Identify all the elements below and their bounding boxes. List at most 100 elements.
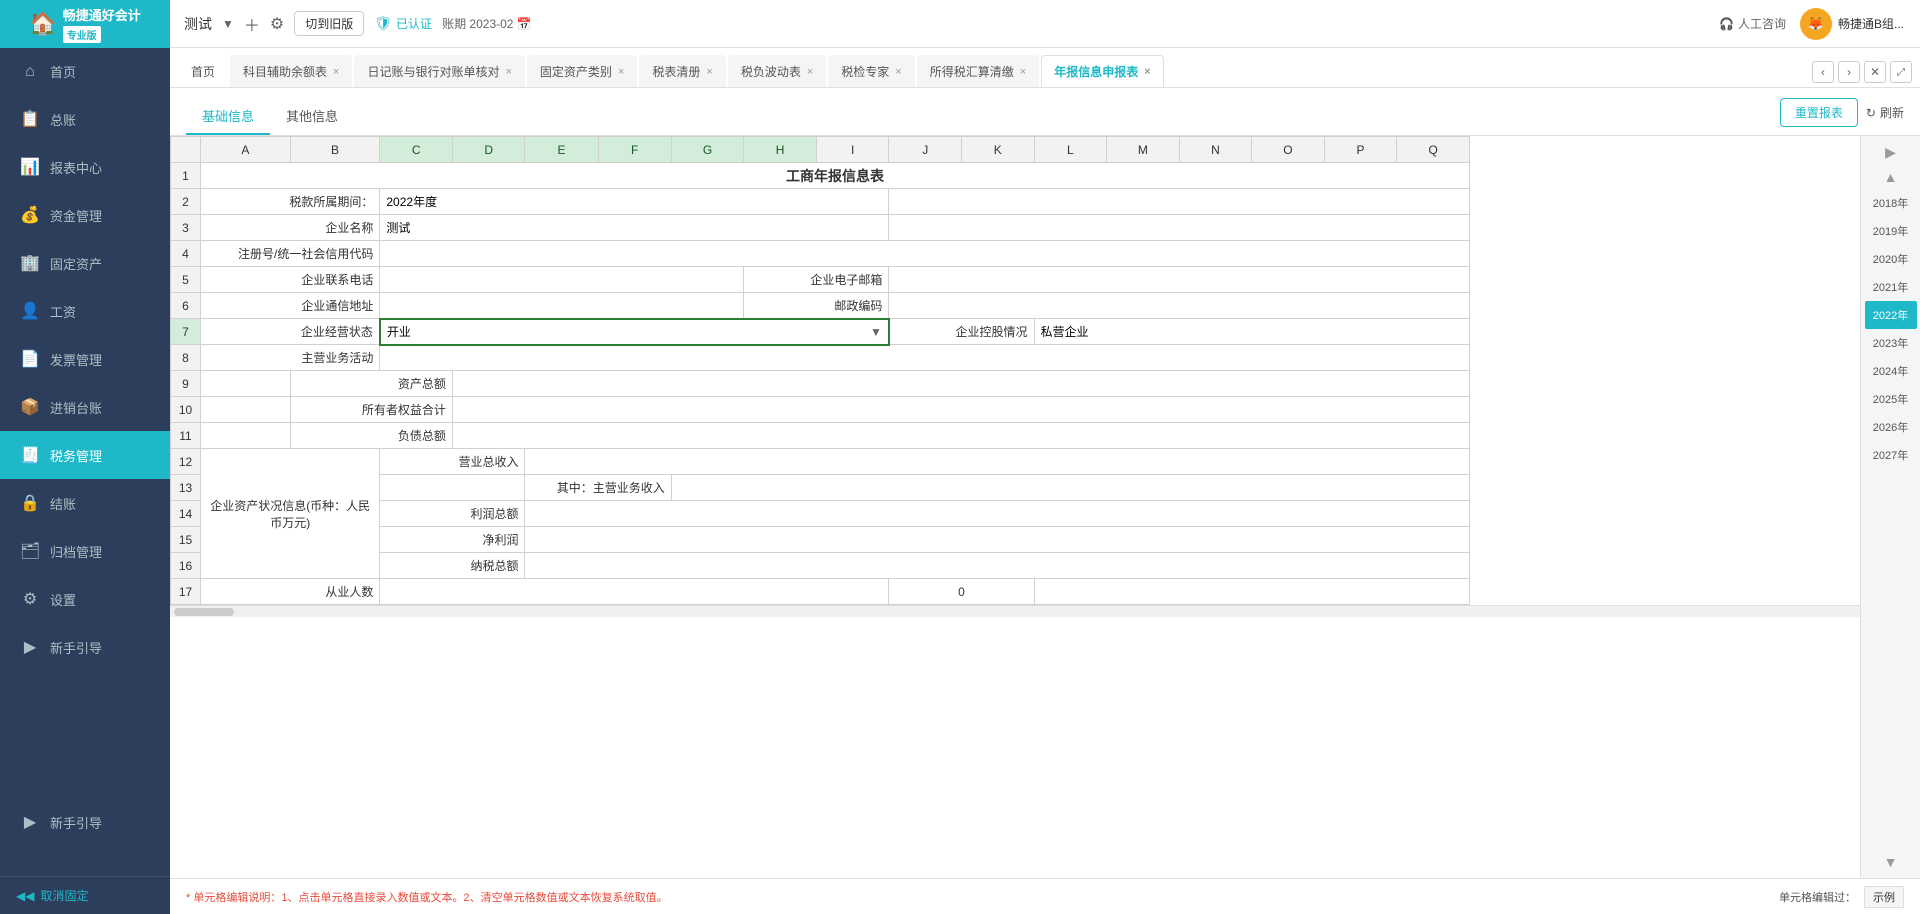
tab-expand-button[interactable]: ⤢	[1890, 61, 1912, 83]
spreadsheet-cell[interactable]	[889, 267, 1470, 293]
sidebar-item-close[interactable]: 🔒结账	[0, 479, 170, 527]
col-header-L[interactable]: L	[1034, 137, 1107, 163]
tab-close-subject[interactable]: ×	[333, 66, 339, 78]
row-num-1: 1	[171, 163, 201, 189]
spreadsheet-cell[interactable]	[889, 293, 1470, 319]
switch-old-button[interactable]: 切到旧版	[294, 11, 364, 36]
sidebar-item-home[interactable]: ⌂首页	[0, 48, 170, 95]
tab-tax-check[interactable]: 税检专家×	[828, 55, 914, 87]
col-header-B[interactable]: B	[290, 137, 380, 163]
col-header-Q[interactable]: Q	[1397, 137, 1470, 163]
spreadsheet-cell[interactable]	[380, 267, 744, 293]
tab-close-income-tax[interactable]: ×	[1020, 66, 1026, 78]
year-item-2018年[interactable]: 2018年	[1865, 189, 1917, 217]
spreadsheet-cell[interactable]	[380, 241, 1470, 267]
sidebar-item-tax[interactable]: 🧾税务管理	[0, 431, 170, 479]
tab-close-tax-wave[interactable]: ×	[807, 66, 813, 78]
dropdown-arrow-icon[interactable]: ▼	[870, 325, 882, 339]
support-button[interactable]: 🎧 人工咨询	[1719, 15, 1786, 32]
year-item-2027年[interactable]: 2027年	[1865, 441, 1917, 469]
tab-tax-wave[interactable]: 税负波动表×	[728, 55, 826, 87]
spreadsheet-cell[interactable]	[671, 475, 1469, 501]
col-header-K[interactable]: K	[961, 137, 1034, 163]
year-scroll-down[interactable]: ▼	[1880, 850, 1902, 874]
spreadsheet-cell[interactable]	[525, 553, 1470, 579]
spreadsheet-cell[interactable]: 0	[889, 579, 1034, 605]
col-header-H[interactable]: H	[744, 137, 817, 163]
year-item-2020年[interactable]: 2020年	[1865, 245, 1917, 273]
sidebar-item-purchase[interactable]: 📦进销台账	[0, 383, 170, 431]
spreadsheet-cell[interactable]	[380, 293, 744, 319]
sub-tab-基础信息[interactable]: 基础信息	[186, 98, 270, 135]
year-panel-collapse[interactable]: ▶	[1881, 140, 1900, 165]
spreadsheet-cell[interactable]	[525, 527, 1470, 553]
tab-close-tax-list[interactable]: ×	[706, 66, 712, 78]
col-header-A[interactable]: A	[201, 137, 291, 163]
workspace-dropdown-icon[interactable]: ▼	[222, 17, 234, 31]
col-header-C[interactable]: C	[380, 137, 453, 163]
col-header-M[interactable]: M	[1107, 137, 1180, 163]
tab-home[interactable]: 首页	[178, 55, 228, 87]
tab-income-tax[interactable]: 所得税汇算清缴×	[917, 55, 1039, 87]
spreadsheet-cell[interactable]	[525, 501, 1470, 527]
sidebar-item-assets[interactable]: 🏢固定资产	[0, 239, 170, 287]
year-item-2025年[interactable]: 2025年	[1865, 385, 1917, 413]
spreadsheet-cell[interactable]	[525, 449, 1470, 475]
unpin-button[interactable]: ◀◀ 取消固定	[0, 876, 170, 914]
sub-tab-其他信息[interactable]: 其他信息	[270, 98, 354, 135]
user-avatar-area[interactable]: 🦊 畅捷通B组...	[1800, 8, 1904, 40]
year-item-2022年[interactable]: 2022年	[1865, 301, 1917, 329]
spreadsheet-cell[interactable]: 2022年度	[380, 189, 889, 215]
tab-annual-report[interactable]: 年报信息申报表×	[1041, 55, 1163, 87]
col-header-N[interactable]: N	[1179, 137, 1252, 163]
col-header-D[interactable]: D	[452, 137, 525, 163]
spreadsheet-cell[interactable]: 私营企业	[1034, 319, 1469, 345]
year-item-2024年[interactable]: 2024年	[1865, 357, 1917, 385]
sidebar-item-guide[interactable]: ▶新手引导	[0, 623, 170, 671]
col-header-F[interactable]: F	[598, 137, 671, 163]
col-header-E[interactable]: E	[525, 137, 598, 163]
year-item-2019年[interactable]: 2019年	[1865, 217, 1917, 245]
year-item-2023年[interactable]: 2023年	[1865, 329, 1917, 357]
tab-prev-button[interactable]: ‹	[1812, 61, 1834, 83]
sidebar-item-ledger[interactable]: 📋总账	[0, 95, 170, 143]
tab-close-asset-cat[interactable]: ×	[618, 66, 624, 78]
sidebar-item-payroll[interactable]: 👤工资	[0, 287, 170, 335]
sidebar-item-funds[interactable]: 💰资金管理	[0, 191, 170, 239]
sidebar-item-settings[interactable]: ⚙设置	[0, 575, 170, 623]
spreadsheet-cell[interactable]	[452, 423, 1469, 449]
h-scrollbar-thumb[interactable]	[174, 608, 234, 616]
add-tab-icon[interactable]: ＋	[244, 12, 260, 36]
spreadsheet-cell[interactable]	[452, 397, 1469, 423]
col-header-O[interactable]: O	[1252, 137, 1325, 163]
tab-close-annual-report[interactable]: ×	[1144, 66, 1150, 78]
tab-asset-cat[interactable]: 固定资产类别×	[527, 55, 637, 87]
year-scroll-up[interactable]: ▲	[1880, 165, 1902, 189]
sidebar-item-guide[interactable]: ▶ 新手引导	[0, 798, 170, 846]
tab-tax-list[interactable]: 税表清册×	[639, 55, 725, 87]
col-header-I[interactable]: I	[816, 137, 889, 163]
sidebar-item-archive[interactable]: 🗂归档管理	[0, 527, 170, 575]
settings-icon[interactable]: ⚙	[270, 14, 284, 34]
year-item-2026年[interactable]: 2026年	[1865, 413, 1917, 441]
spreadsheet-cell[interactable]: 测试	[380, 215, 889, 241]
tab-subject[interactable]: 科目辅助余额表×	[230, 55, 352, 87]
tab-close-tax-check[interactable]: ×	[895, 66, 901, 78]
spreadsheet-cell[interactable]	[380, 579, 889, 605]
reset-report-button[interactable]: 重置报表	[1780, 98, 1858, 127]
sidebar-item-invoice[interactable]: 📄发票管理	[0, 335, 170, 383]
spreadsheet-cell[interactable]	[452, 371, 1469, 397]
col-header-P[interactable]: P	[1324, 137, 1397, 163]
col-header-G[interactable]: G	[671, 137, 744, 163]
year-item-2021年[interactable]: 2021年	[1865, 273, 1917, 301]
spreadsheet-cell[interactable]: 开业 ▼	[380, 319, 889, 345]
tab-next-button[interactable]: ›	[1838, 61, 1860, 83]
sidebar: ⌂首页📋总账📊报表中心💰资金管理🏢固定资产👤工资📄发票管理📦进销台账🧾税务管理🔒…	[0, 48, 170, 914]
spreadsheet-cell[interactable]	[380, 345, 1470, 371]
tab-journal[interactable]: 日记账与银行对账单核对×	[354, 55, 524, 87]
col-header-J[interactable]: J	[889, 137, 962, 163]
tab-close-all-button[interactable]: ✕	[1864, 61, 1886, 83]
sidebar-item-reports[interactable]: 📊报表中心	[0, 143, 170, 191]
refresh-button[interactable]: ↻ 刷新	[1866, 104, 1904, 121]
tab-close-journal[interactable]: ×	[505, 66, 511, 78]
